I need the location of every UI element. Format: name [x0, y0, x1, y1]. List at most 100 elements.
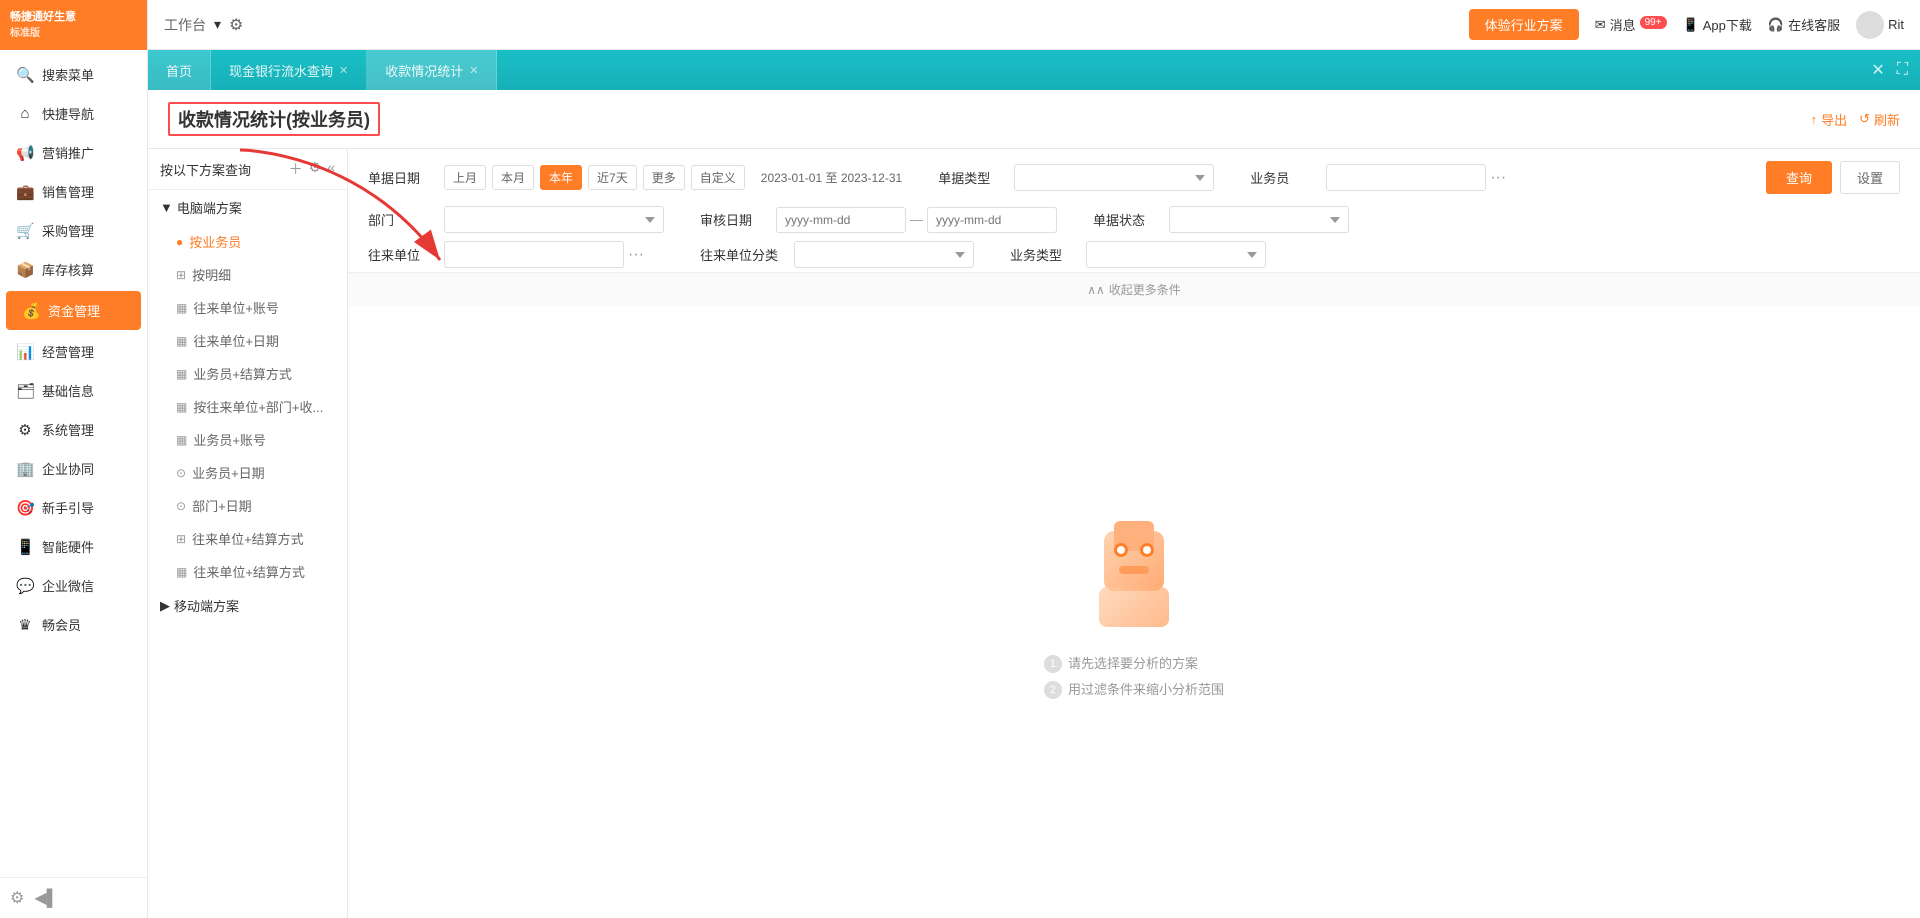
filter-date-thisyear[interactable]: 本年 — [540, 165, 582, 190]
main-wrapper: 工作台 ▾ ⚙ 体验行业方案 ✉ 消息 99+ 📱 App下载 🎧 在线客服 — [148, 0, 1920, 918]
scheme-item-salesperson-settle[interactable]: ▦ 业务员+结算方式 — [148, 357, 347, 390]
sidebar-item-finance[interactable]: 💰 资金管理 — [6, 291, 141, 330]
sidebar-item-hardware[interactable]: 📱 智能硬件 — [0, 527, 147, 566]
sidebar-bottom: ⚙ ◀▌ — [0, 877, 147, 918]
filter-row-3: 往来单位 ··· 往来单位分类 业务类型 — [368, 241, 1900, 268]
sidebar-item-ops[interactable]: 📊 经营管理 — [0, 332, 147, 371]
user-name: Rit — [1888, 17, 1904, 32]
receipts-tab-label: 收款情况统计 — [385, 61, 463, 80]
refresh-icon: ↺ — [1859, 111, 1870, 127]
sidebar-item-basic[interactable]: 🗂 基础信息 — [0, 371, 147, 410]
sidebar-item-inventory[interactable]: 📦 库存核算 — [0, 250, 147, 289]
app-download-item[interactable]: 📱 App下载 — [1683, 15, 1752, 34]
filter-salesperson-input[interactable] — [1326, 164, 1486, 191]
tab-home[interactable]: 首页 — [148, 50, 211, 90]
scheme-item-partner-date[interactable]: ▦ 往来单位+日期 — [148, 324, 347, 357]
partner-account-icon: ▦ — [176, 301, 187, 315]
scheme-item-detail[interactable]: ⊞ 按明细 — [148, 258, 347, 291]
filter-date-thismonth[interactable]: 本月 — [492, 165, 534, 190]
scheme-item-partner-settle1[interactable]: ⊞ 往来单位+结算方式 — [148, 522, 347, 555]
collapse-sidebar-icon[interactable]: ◀▌ — [34, 888, 58, 908]
quicknav-icon: ⌂ — [16, 105, 34, 122]
filter-status-select[interactable] — [1169, 206, 1349, 233]
export-btn[interactable]: ↑ 导出 — [1811, 110, 1848, 129]
refresh-btn[interactable]: ↺ 刷新 — [1859, 110, 1900, 129]
filter-dept-select[interactable] — [444, 206, 664, 233]
online-service-item[interactable]: 🎧 在线客服 — [1768, 15, 1840, 34]
topbar: 工作台 ▾ ⚙ 体验行业方案 ✉ 消息 99+ 📱 App下载 🎧 在线客服 — [148, 0, 1920, 50]
settings-btn[interactable]: 设置 — [1840, 161, 1900, 194]
scheme-item-partner-settle2[interactable]: ▦ 往来单位+结算方式 — [148, 555, 347, 588]
tab-receipts[interactable]: 收款情况统计 ✕ — [367, 50, 497, 90]
desktop-scheme-header[interactable]: ▼ 电脑端方案 — [148, 190, 347, 225]
tab-fullscreen-icon[interactable]: ⛶ — [1897, 61, 1908, 79]
scheme-item-dept-date[interactable]: ⊙ 部门+日期 — [148, 489, 347, 522]
filter-type-select[interactable] — [1014, 164, 1214, 191]
close-bank-flow-tab-icon[interactable]: ✕ — [339, 64, 348, 77]
sidebar-item-member[interactable]: ♛ 畅会员 — [0, 605, 147, 644]
sidebar-item-marketing[interactable]: 📢 营销推广 — [0, 133, 147, 172]
filter-biz-type-select[interactable] — [1086, 241, 1266, 268]
messages-item[interactable]: ✉ 消息 99+ — [1595, 15, 1667, 34]
topbar-dropdown[interactable]: ▾ — [214, 16, 221, 33]
scheme-item-partner-account[interactable]: ▦ 往来单位+账号 — [148, 291, 347, 324]
online-service-label: 在线客服 — [1788, 15, 1840, 34]
sidebar-item-hardware-label: 智能硬件 — [42, 537, 94, 556]
app-name: 畅捷通好生意 — [10, 11, 76, 24]
sidebar-item-sales[interactable]: 💼 销售管理 — [0, 172, 147, 211]
topbar-settings-icon[interactable]: ⚙ — [229, 15, 243, 35]
sidebar-item-wechat[interactable]: 💬 企业微信 — [0, 566, 147, 605]
sidebar-item-system[interactable]: ⚙ 系统管理 — [0, 410, 147, 449]
scheme-item-salesperson-date[interactable]: ⊙ 业务员+日期 — [148, 456, 347, 489]
scheme-item-detail-label: 按明细 — [192, 265, 231, 284]
desktop-scheme-group: ▼ 电脑端方案 ● 按业务员 ⊞ 按明细 ▦ 往来单位+账号 ▦ 往来单位+ — [148, 190, 347, 588]
page-header: 收款情况统计(按业务员) ↑ 导出 ↺ 刷新 — [148, 90, 1920, 149]
sidebar-item-basic-label: 基础信息 — [42, 381, 94, 400]
page-header-actions: ↑ 导出 ↺ 刷新 — [1811, 110, 1900, 129]
filter-biz-type-label: 业务类型 — [1010, 245, 1070, 264]
sidebar-item-quicknav-label: 快捷导航 — [42, 104, 94, 123]
ops-icon: 📊 — [16, 343, 34, 361]
add-scheme-icon[interactable]: ＋ — [289, 159, 303, 179]
scheme-item-salesperson-account-label: 业务员+账号 — [193, 430, 266, 449]
export-icon: ↑ — [1811, 112, 1818, 127]
sidebar-item-quicknav[interactable]: ⌂ 快捷导航 — [0, 94, 147, 133]
sidebar-item-enterprise-label: 企业协同 — [42, 459, 94, 478]
filter-partner-input[interactable] — [444, 241, 624, 268]
filter-audit-date-from[interactable] — [776, 207, 906, 233]
filter-date-lastmonth[interactable]: 上月 — [444, 165, 486, 190]
collapse-filter-btn[interactable]: ∧∧ 收起更多条件 — [348, 272, 1920, 306]
tab-bank-flow[interactable]: 现金银行流水查询 ✕ — [211, 50, 367, 90]
scheme-item-partner-dept[interactable]: ▦ 按往来单位+部门+收... — [148, 390, 347, 423]
scheme-item-salesperson-account[interactable]: ▦ 业务员+账号 — [148, 423, 347, 456]
tab-close-all-icon[interactable]: ✕ — [1871, 60, 1884, 80]
settings-bottom-icon[interactable]: ⚙ — [10, 888, 24, 908]
user-item[interactable]: Rit — [1856, 11, 1904, 39]
messages-label: 消息 — [1610, 15, 1636, 34]
scheme-item-dept-date-label: 部门+日期 — [192, 496, 252, 515]
filter-date-more[interactable]: 更多 — [643, 165, 685, 190]
scheme-settings-icon[interactable]: ⚙ — [309, 159, 322, 179]
dept-date-icon: ⊙ — [176, 499, 186, 513]
sidebar-item-purchase[interactable]: 🛒 采购管理 — [0, 211, 147, 250]
sidebar-item-guide[interactable]: 🎯 新手引导 — [0, 488, 147, 527]
scheme-item-partner-date-label: 往来单位+日期 — [193, 331, 279, 350]
filter-date-7days[interactable]: 近7天 — [588, 165, 637, 190]
close-receipts-tab-icon[interactable]: ✕ — [469, 64, 478, 77]
right-section: 单据日期 上月 本月 本年 近7天 更多 自定义 2023-01-01 至 20… — [348, 149, 1920, 918]
partner-more-icon[interactable]: ··· — [628, 246, 644, 264]
teal-tab-bar: 首页 现金银行流水查询 ✕ 收款情况统计 ✕ ✕ ⛶ — [148, 50, 1920, 90]
sidebar-item-purchase-label: 采购管理 — [42, 221, 94, 240]
trial-btn[interactable]: 体验行业方案 — [1469, 9, 1579, 40]
sidebar-item-search[interactable]: 🔍 搜索菜单 — [0, 55, 147, 94]
query-btn[interactable]: 查询 — [1766, 161, 1832, 194]
collapse-panel-icon[interactable]: « — [327, 159, 335, 179]
mobile-scheme-header[interactable]: ▶ 移动端方案 — [148, 588, 347, 623]
teal-tabbar-right: ✕ ⛶ — [1871, 50, 1920, 90]
filter-audit-date-to[interactable] — [927, 207, 1057, 233]
filter-date-custom[interactable]: 自定义 — [691, 165, 745, 190]
salesperson-more-icon[interactable]: ··· — [1490, 169, 1506, 187]
scheme-item-salesperson[interactable]: ● 按业务员 — [148, 225, 347, 258]
sidebar-item-enterprise[interactable]: 🏢 企业协同 — [0, 449, 147, 488]
filter-partner-category-select[interactable] — [794, 241, 974, 268]
